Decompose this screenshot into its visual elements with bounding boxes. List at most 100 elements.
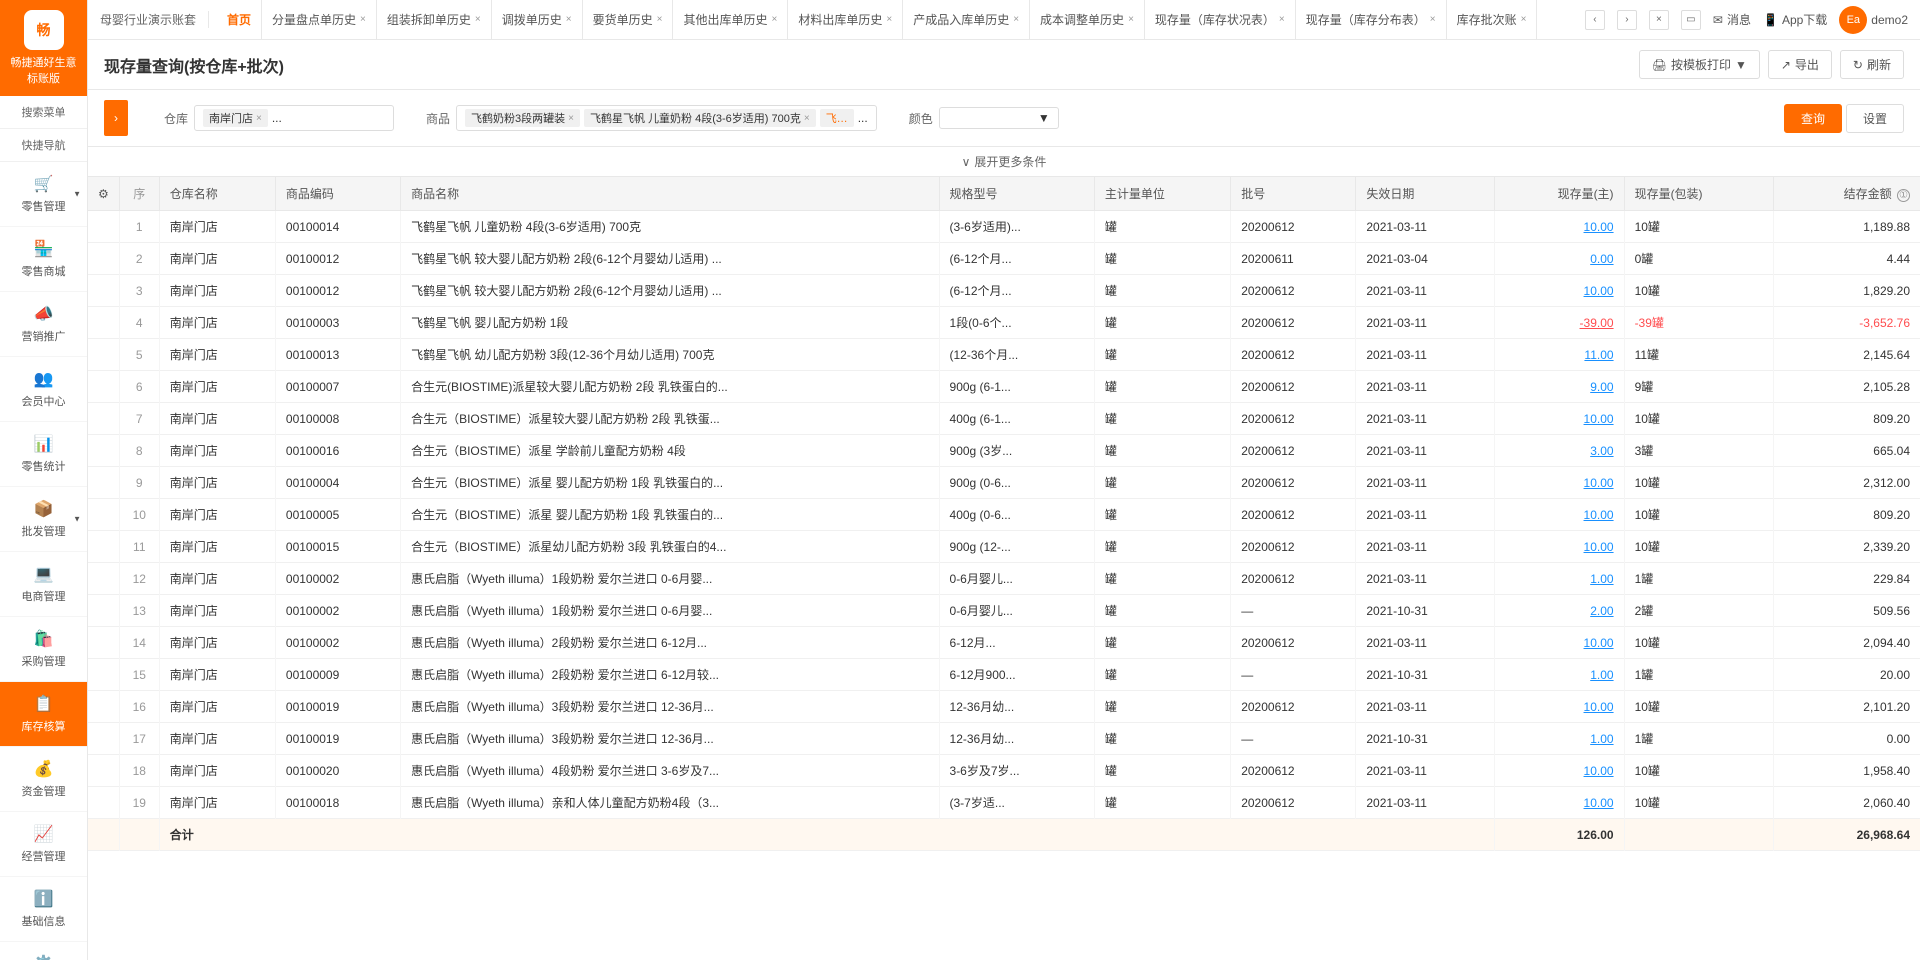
row-spec: 400g (6-1...	[939, 403, 1094, 435]
sidebar-item-system[interactable]: ⚙️系统管理	[0, 942, 87, 960]
tab-menu-btn[interactable]: ▭	[1681, 10, 1701, 30]
settings-icon[interactable]: ⚙	[98, 187, 109, 201]
sidebar-item-finance[interactable]: 💰资金管理	[0, 747, 87, 812]
filter-row-main: › 仓库 南岸门店 × ... 商品	[88, 90, 1920, 147]
row-warehouse: 南岸门店	[159, 371, 275, 403]
table-row: 6 南岸门店 00100007 合生元(BIOSTIME)派星较大婴儿配方奶粉 …	[88, 371, 1920, 403]
balance-info-icon[interactable]: ①	[1897, 189, 1910, 202]
sidebar-item-wholesale[interactable]: 📦批发管理	[0, 487, 87, 552]
goods-tag-2-remove[interactable]: ×	[804, 113, 810, 124]
sidebar-item-stats[interactable]: 📊零售统计	[0, 422, 87, 487]
app-download-btn[interactable]: 📱 App下载	[1763, 11, 1827, 28]
table-total-row: 合计 126.00 26,968.64	[88, 819, 1920, 851]
query-btn[interactable]: 查询	[1784, 104, 1842, 133]
topbar-tab-material[interactable]: 材料出库单历史×	[788, 0, 903, 40]
row-num: 15	[119, 659, 159, 691]
topbar-brand: 母婴行业演示账套	[100, 11, 209, 28]
topbar-tab-prodIn[interactable]: 产成品入库单历史×	[903, 0, 1030, 40]
expand-label: 展开更多条件	[974, 153, 1046, 170]
print-btn[interactable]: 🖨 按模板打印 ▼	[1639, 50, 1760, 79]
table-header-row: ⚙ 序 仓库名称 商品编码 商品名称 规格型号 主计量单位 批号 失效日期 现存…	[88, 177, 1920, 211]
goods-input[interactable]: 飞鹤奶粉3段两罐装 × 飞鹤星飞帆 儿童奶粉 4段(3-6岁适用) 700克 ×…	[456, 105, 877, 131]
goods-tag-more-text[interactable]: 飞…	[826, 110, 848, 126]
topbar-tab-out[interactable]: 其他出库单历史×	[673, 0, 788, 40]
topbar-tab-costAdj[interactable]: 成本调整单历史×	[1030, 0, 1145, 40]
topbar: 母婴行业演示账套 首页分量盘点单历史×组装拆卸单历史×调拨单历史×要货单历史×其…	[88, 0, 1920, 40]
tab-close-combo[interactable]: ×	[475, 14, 481, 25]
tab-close-btn[interactable]: ×	[1649, 10, 1669, 30]
tab-label-invStatus: 现存量（库存状况表）	[1155, 11, 1275, 28]
table-row: 2 南岸门店 00100012 飞鹤星飞帆 较大婴儿配方奶粉 2段(6-12个月…	[88, 243, 1920, 275]
row-expiry: 2021-10-31	[1356, 595, 1495, 627]
warehouse-input[interactable]: 南岸门店 × ...	[194, 105, 394, 131]
goods-label: 商品	[410, 110, 450, 127]
row-spec: 6-12月...	[939, 627, 1094, 659]
topbar-tab-order[interactable]: 要货单历史×	[583, 0, 674, 40]
sidebar-item-ecom[interactable]: 💻电商管理	[0, 552, 87, 617]
sidebar-label-member: 会员中心	[22, 393, 66, 409]
sidebar-item-operation[interactable]: 📈经营管理	[0, 812, 87, 877]
sidebar-nav-label[interactable]: 快捷导航	[0, 129, 87, 162]
row-stock-main: 10.00	[1495, 787, 1625, 819]
row-spec: 900g (3岁...	[939, 435, 1094, 467]
tab-prev-btn[interactable]: ‹	[1585, 10, 1605, 30]
sidebar-item-inventory[interactable]: 📋库存核算	[0, 682, 87, 747]
sidebar-item-retail[interactable]: 🛒零售管理	[0, 162, 87, 227]
sidebar-item-shop[interactable]: 🏪零售商城	[0, 227, 87, 292]
settings-btn[interactable]: 设置	[1846, 104, 1904, 133]
tab-close-invStatus[interactable]: ×	[1279, 14, 1285, 25]
tab-close-order[interactable]: ×	[657, 14, 663, 25]
tab-close-mix[interactable]: ×	[566, 14, 572, 25]
message-btn[interactable]: ✉ 消息	[1713, 11, 1751, 28]
row-num: 6	[119, 371, 159, 403]
sidebar-search-label[interactable]: 搜索菜单	[0, 96, 87, 129]
row-warehouse: 南岸门店	[159, 211, 275, 243]
tab-next-btn[interactable]: ›	[1617, 10, 1637, 30]
tab-close-out[interactable]: ×	[771, 14, 777, 25]
export-btn[interactable]: ↗ 导出	[1768, 50, 1832, 79]
tab-close-material[interactable]: ×	[886, 14, 892, 25]
tab-close-prodIn[interactable]: ×	[1013, 14, 1019, 25]
row-batch: 20200612	[1231, 467, 1356, 499]
goods-tag-1-remove[interactable]: ×	[568, 113, 574, 124]
row-name: 合生元（BIOSTIME）派星幼儿配方奶粉 3段 乳铁蛋白的4...	[401, 531, 939, 563]
color-input[interactable]: ▼	[939, 107, 1059, 129]
topbar-tab-home[interactable]: 首页	[217, 0, 262, 40]
sidebar-icon-purchase: 🛍️	[34, 629, 54, 649]
topbar-tab-split[interactable]: 分量盘点单历史×	[262, 0, 377, 40]
row-stock-pkg: -39罐	[1624, 307, 1774, 339]
col-unit: 主计量单位	[1094, 177, 1230, 211]
total-stock-pkg	[1624, 819, 1774, 851]
row-balance: 1,829.20	[1774, 275, 1920, 307]
topbar-tab-mix[interactable]: 调拨单历史×	[492, 0, 583, 40]
export-label: 导出	[1795, 56, 1819, 73]
expand-conditions-btn[interactable]: ∨ 展开更多条件	[962, 153, 1047, 170]
topbar-tab-invStatus[interactable]: 现存量（库存状况表） ×	[1145, 0, 1296, 40]
table-row: 17 南岸门店 00100019 惠氏启脂（Wyeth illuma）3段奶粉 …	[88, 723, 1920, 755]
topbar-tab-invDist[interactable]: 现存量（库存分布表）×	[1296, 0, 1447, 40]
sidebar-item-marketing[interactable]: 📣营销推广	[0, 292, 87, 357]
sidebar-logo[interactable]: 畅 畅捷通好生意 标账版	[0, 0, 87, 96]
row-spec: 3-6岁及7岁...	[939, 755, 1094, 787]
row-warehouse: 南岸门店	[159, 339, 275, 371]
topbar-tab-combo[interactable]: 组装拆卸单历史×	[377, 0, 492, 40]
sidebar-item-basic[interactable]: ℹ️基础信息	[0, 877, 87, 942]
tab-close-split[interactable]: ×	[360, 14, 366, 25]
row-stock-main: 3.00	[1495, 435, 1625, 467]
filter-expand-arrow[interactable]: ›	[104, 100, 128, 136]
sidebar-item-member[interactable]: 👥会员中心	[0, 357, 87, 422]
sidebar-item-purchase[interactable]: 🛍️采购管理	[0, 617, 87, 682]
row-settings	[88, 563, 119, 595]
refresh-btn[interactable]: ↻ 刷新	[1840, 50, 1904, 79]
warehouse-tag-remove[interactable]: ×	[256, 113, 262, 124]
col-batch: 批号	[1231, 177, 1356, 211]
row-spec: 400g (0-6...	[939, 499, 1094, 531]
topbar-tab-batchApprove[interactable]: 库存批次账×	[1447, 0, 1538, 40]
tab-close-invDist[interactable]: ×	[1430, 14, 1436, 25]
col-settings[interactable]: ⚙	[88, 177, 119, 211]
user-profile-btn[interactable]: Ea demo2	[1839, 6, 1908, 34]
tab-close-costAdj[interactable]: ×	[1128, 14, 1134, 25]
tab-close-batchApprove[interactable]: ×	[1521, 14, 1527, 25]
row-code: 00100015	[275, 531, 400, 563]
row-batch: 20200612	[1231, 691, 1356, 723]
